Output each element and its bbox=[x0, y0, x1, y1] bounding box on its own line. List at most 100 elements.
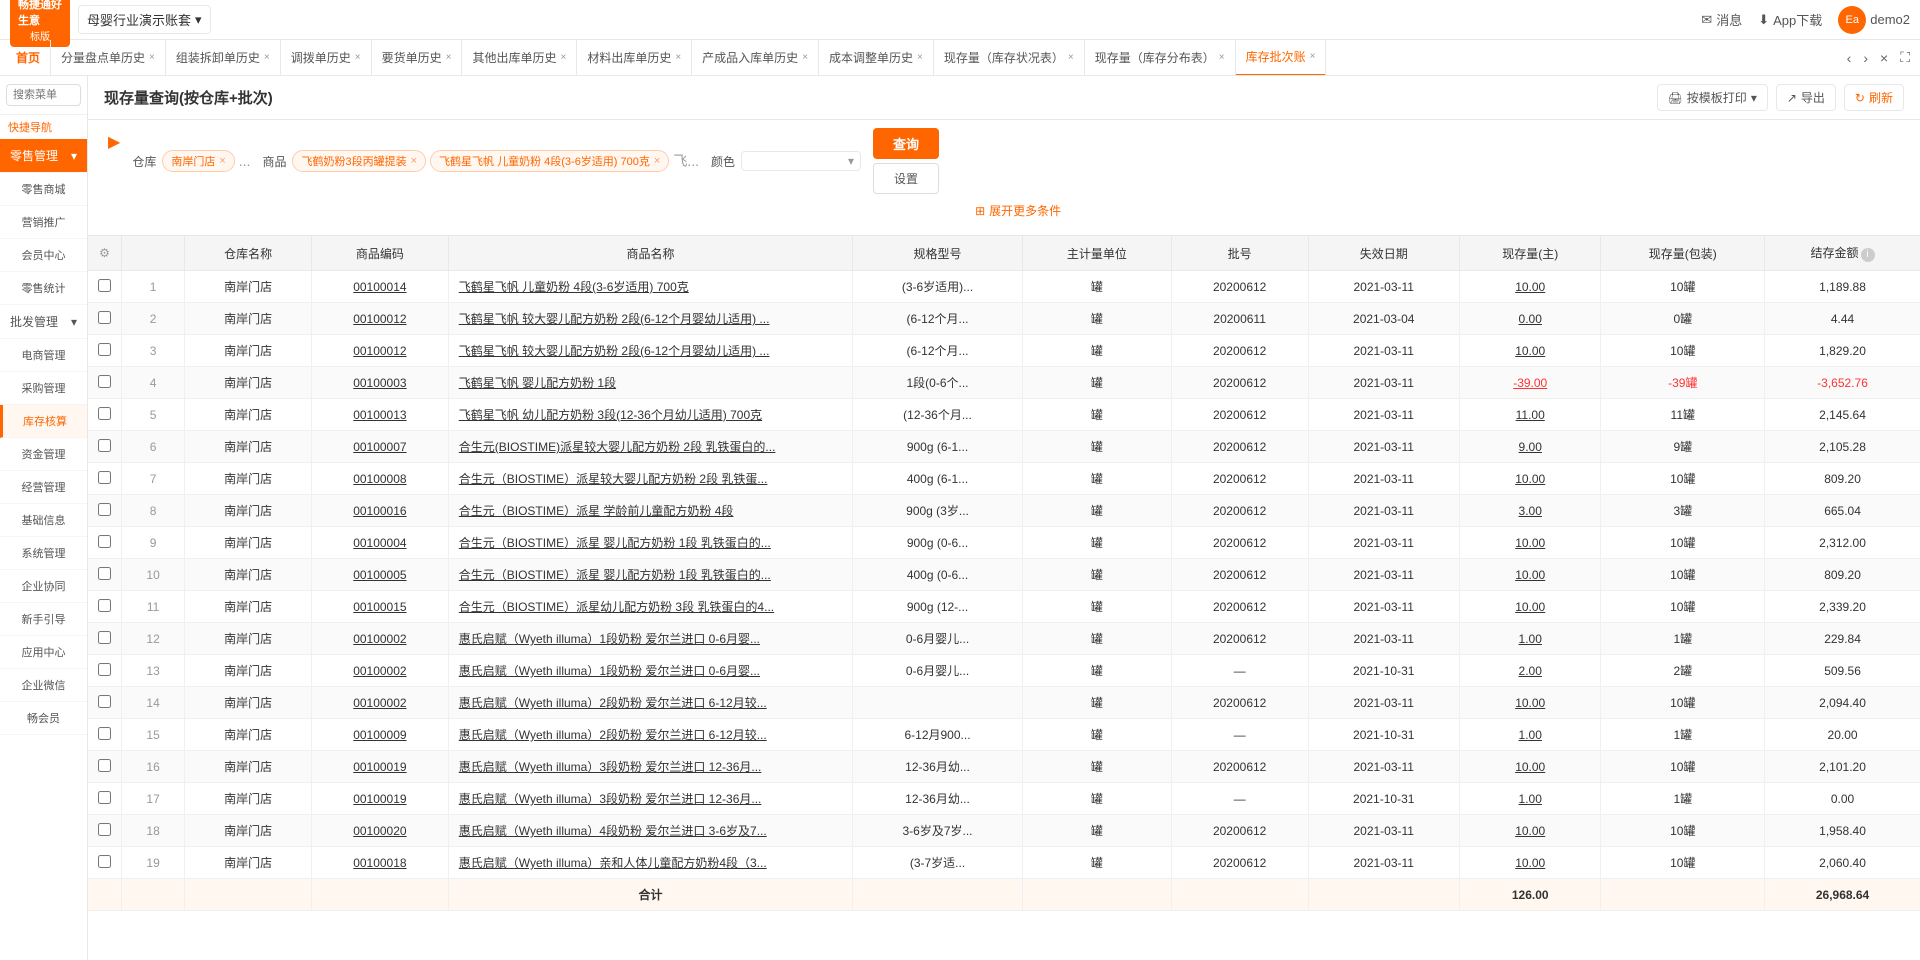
tab-chengben-close[interactable]: × bbox=[917, 52, 923, 63]
template-print-btn[interactable]: 🖨 按模板打印 ▾ bbox=[1657, 84, 1768, 111]
row-name-16[interactable]: 惠氏启赋（Wyeth illuma）3段奶粉 爱尔兰进口 12-36月... bbox=[448, 783, 852, 815]
tab-chanpin-close[interactable]: × bbox=[802, 52, 808, 63]
row-code-6[interactable]: 00100008 bbox=[312, 463, 449, 495]
row-name-9[interactable]: 合生元（BIOSTIME）派星 婴儿配方奶粉 1段 乳铁蛋白的... bbox=[448, 559, 852, 591]
sidebar-item-purchase-mgmt[interactable]: 采购管理 bbox=[0, 372, 87, 405]
search-btn[interactable]: 查询 bbox=[873, 128, 939, 159]
tab-fullscreen-btn[interactable]: ⛶ bbox=[1896, 49, 1914, 66]
sidebar-item-ecommerce[interactable]: 电商管理 bbox=[0, 339, 87, 372]
row-stock-main-3[interactable]: -39.00 bbox=[1459, 367, 1601, 399]
row-code-3[interactable]: 00100003 bbox=[312, 367, 449, 399]
row-stock-main-17[interactable]: 10.00 bbox=[1459, 815, 1601, 847]
message-btn[interactable]: ✉ 消息 bbox=[1701, 10, 1742, 29]
row-stock-main-8[interactable]: 10.00 bbox=[1459, 527, 1601, 559]
tab-xiancunfen-close[interactable]: × bbox=[1219, 52, 1225, 63]
row-code-17[interactable]: 00100020 bbox=[312, 815, 449, 847]
tab-fendian[interactable]: 分量盘点单历史 × bbox=[51, 40, 166, 76]
row-check-2[interactable] bbox=[88, 335, 122, 367]
row-check-13[interactable] bbox=[88, 687, 122, 719]
row-code-0[interactable]: 00100014 bbox=[312, 271, 449, 303]
row-stock-main-9[interactable]: 10.00 bbox=[1459, 559, 1601, 591]
row-stock-main-0[interactable]: 10.00 bbox=[1459, 271, 1601, 303]
row-code-18[interactable]: 00100018 bbox=[312, 847, 449, 879]
tab-cailiao-close[interactable]: × bbox=[675, 52, 681, 63]
row-name-2[interactable]: 飞鹤星飞帆 较大婴儿配方奶粉 2段(6-12个月婴幼儿适用) ... bbox=[448, 335, 852, 367]
sidebar-item-app-center[interactable]: 应用中心 bbox=[0, 636, 87, 669]
row-code-4[interactable]: 00100013 bbox=[312, 399, 449, 431]
row-stock-main-6[interactable]: 10.00 bbox=[1459, 463, 1601, 495]
row-code-9[interactable]: 00100005 bbox=[312, 559, 449, 591]
sidebar-item-new-guide[interactable]: 新手引导 bbox=[0, 603, 87, 636]
row-check-0[interactable] bbox=[88, 271, 122, 303]
row-name-1[interactable]: 飞鹤星飞帆 较大婴儿配方奶粉 2段(6-12个月婴幼儿适用) ... bbox=[448, 303, 852, 335]
row-code-11[interactable]: 00100002 bbox=[312, 623, 449, 655]
sidebar-item-finance[interactable]: 资金管理 bbox=[0, 438, 87, 471]
expand-more-btn[interactable]: ⊞ 展开更多条件 bbox=[971, 198, 1065, 223]
row-check-5[interactable] bbox=[88, 431, 122, 463]
gear-icon[interactable]: ⚙ bbox=[99, 246, 110, 260]
row-stock-main-10[interactable]: 10.00 bbox=[1459, 591, 1601, 623]
row-stock-main-12[interactable]: 2.00 bbox=[1459, 655, 1601, 687]
tab-diaobo[interactable]: 调拨单历史 × bbox=[281, 40, 372, 76]
product-tag-feihefn3[interactable]: 飞鹤奶粉3段丙罐提装 × bbox=[292, 150, 426, 172]
row-code-13[interactable]: 00100002 bbox=[312, 687, 449, 719]
tab-chuku[interactable]: 其他出库单历史 × bbox=[462, 40, 577, 76]
app-download-btn[interactable]: ⬇ App下载 bbox=[1758, 10, 1822, 29]
industry-selector[interactable]: 母婴行业演示账套 ▾ bbox=[78, 5, 211, 34]
tab-next-btn[interactable]: › bbox=[1859, 50, 1872, 66]
row-name-7[interactable]: 合生元（BIOSTIME）派星 学龄前儿童配方奶粉 4段 bbox=[448, 495, 852, 527]
tab-kucun-pici-close[interactable]: × bbox=[1310, 51, 1316, 62]
row-check-9[interactable] bbox=[88, 559, 122, 591]
row-name-3[interactable]: 飞鹤星飞帆 婴儿配方奶粉 1段 bbox=[448, 367, 852, 399]
tab-xiancunzhuang[interactable]: 现存量（库存状况表） × bbox=[934, 40, 1085, 76]
row-stock-main-5[interactable]: 9.00 bbox=[1459, 431, 1601, 463]
sidebar-item-enterprise[interactable]: 企业协同 bbox=[0, 570, 87, 603]
row-name-8[interactable]: 合生元（BIOSTIME）派星 婴儿配方奶粉 1段 乳铁蛋白的... bbox=[448, 527, 852, 559]
row-check-1[interactable] bbox=[88, 303, 122, 335]
tab-chanpin[interactable]: 产成品入库单历史 × bbox=[692, 40, 819, 76]
tab-yaohuo-close[interactable]: × bbox=[446, 52, 452, 63]
row-stock-main-4[interactable]: 11.00 bbox=[1459, 399, 1601, 431]
row-name-4[interactable]: 飞鹤星飞帆 幼儿配方奶粉 3段(12-36个月幼儿适用) 700克 bbox=[448, 399, 852, 431]
warehouse-filter-dots[interactable]: ... bbox=[239, 153, 251, 169]
row-stock-main-14[interactable]: 1.00 bbox=[1459, 719, 1601, 751]
row-code-5[interactable]: 00100007 bbox=[312, 431, 449, 463]
row-code-8[interactable]: 00100004 bbox=[312, 527, 449, 559]
row-name-5[interactable]: 合生元(BIOSTIME)派星较大婴儿配方奶粉 2段 乳铁蛋白的... bbox=[448, 431, 852, 463]
row-code-16[interactable]: 00100019 bbox=[312, 783, 449, 815]
row-stock-main-16[interactable]: 1.00 bbox=[1459, 783, 1601, 815]
row-check-18[interactable] bbox=[88, 847, 122, 879]
tab-close-btn[interactable]: × bbox=[1876, 50, 1892, 66]
sidebar-item-wholesale-mgmt[interactable]: 批发管理 ▾ bbox=[0, 305, 87, 339]
sidebar-item-marketing[interactable]: 营销推广 bbox=[0, 206, 87, 239]
warehouse-tag-nanan[interactable]: 南岸门店 × bbox=[162, 150, 234, 172]
refresh-btn[interactable]: ↻ 刷新 bbox=[1844, 84, 1904, 111]
tab-chengben[interactable]: 成本调整单历史 × bbox=[819, 40, 934, 76]
tab-kucun-pici[interactable]: 库存批次账 × bbox=[1236, 40, 1327, 76]
tab-fendian-close[interactable]: × bbox=[149, 52, 155, 63]
row-stock-main-13[interactable]: 10.00 bbox=[1459, 687, 1601, 719]
row-name-12[interactable]: 惠氏启赋（Wyeth illuma）1段奶粉 爱尔兰进口 0-6月婴... bbox=[448, 655, 852, 687]
row-code-15[interactable]: 00100019 bbox=[312, 751, 449, 783]
product-tag-feihefn700[interactable]: 飞鹤星飞帆 儿童奶粉 4段(3-6岁适用) 700克 × bbox=[430, 150, 669, 172]
sidebar-item-member[interactable]: 畅会员 bbox=[0, 702, 87, 735]
row-check-6[interactable] bbox=[88, 463, 122, 495]
row-name-11[interactable]: 惠氏启赋（Wyeth illuma）1段奶粉 爱尔兰进口 0-6月婴... bbox=[448, 623, 852, 655]
row-code-14[interactable]: 00100009 bbox=[312, 719, 449, 751]
row-stock-main-18[interactable]: 10.00 bbox=[1459, 847, 1601, 879]
row-stock-main-7[interactable]: 3.00 bbox=[1459, 495, 1601, 527]
filter-expand-arrow[interactable]: ▶ bbox=[104, 128, 124, 156]
row-check-16[interactable] bbox=[88, 783, 122, 815]
sidebar-item-sys-mgmt[interactable]: 系统管理 bbox=[0, 537, 87, 570]
sidebar-item-inventory[interactable]: 库存核算 bbox=[0, 405, 87, 438]
row-check-15[interactable] bbox=[88, 751, 122, 783]
row-stock-main-1[interactable]: 0.00 bbox=[1459, 303, 1601, 335]
sidebar-item-retail-shop[interactable]: 零售商城 bbox=[0, 173, 87, 206]
row-check-12[interactable] bbox=[88, 655, 122, 687]
sidebar-item-member-center[interactable]: 会员中心 bbox=[0, 239, 87, 272]
row-check-8[interactable] bbox=[88, 527, 122, 559]
product-tag-feihefn3-close[interactable]: × bbox=[411, 155, 417, 167]
sidebar-item-retail-stats[interactable]: 零售统计 bbox=[0, 272, 87, 305]
row-stock-main-11[interactable]: 1.00 bbox=[1459, 623, 1601, 655]
tab-chuku-close[interactable]: × bbox=[560, 52, 566, 63]
